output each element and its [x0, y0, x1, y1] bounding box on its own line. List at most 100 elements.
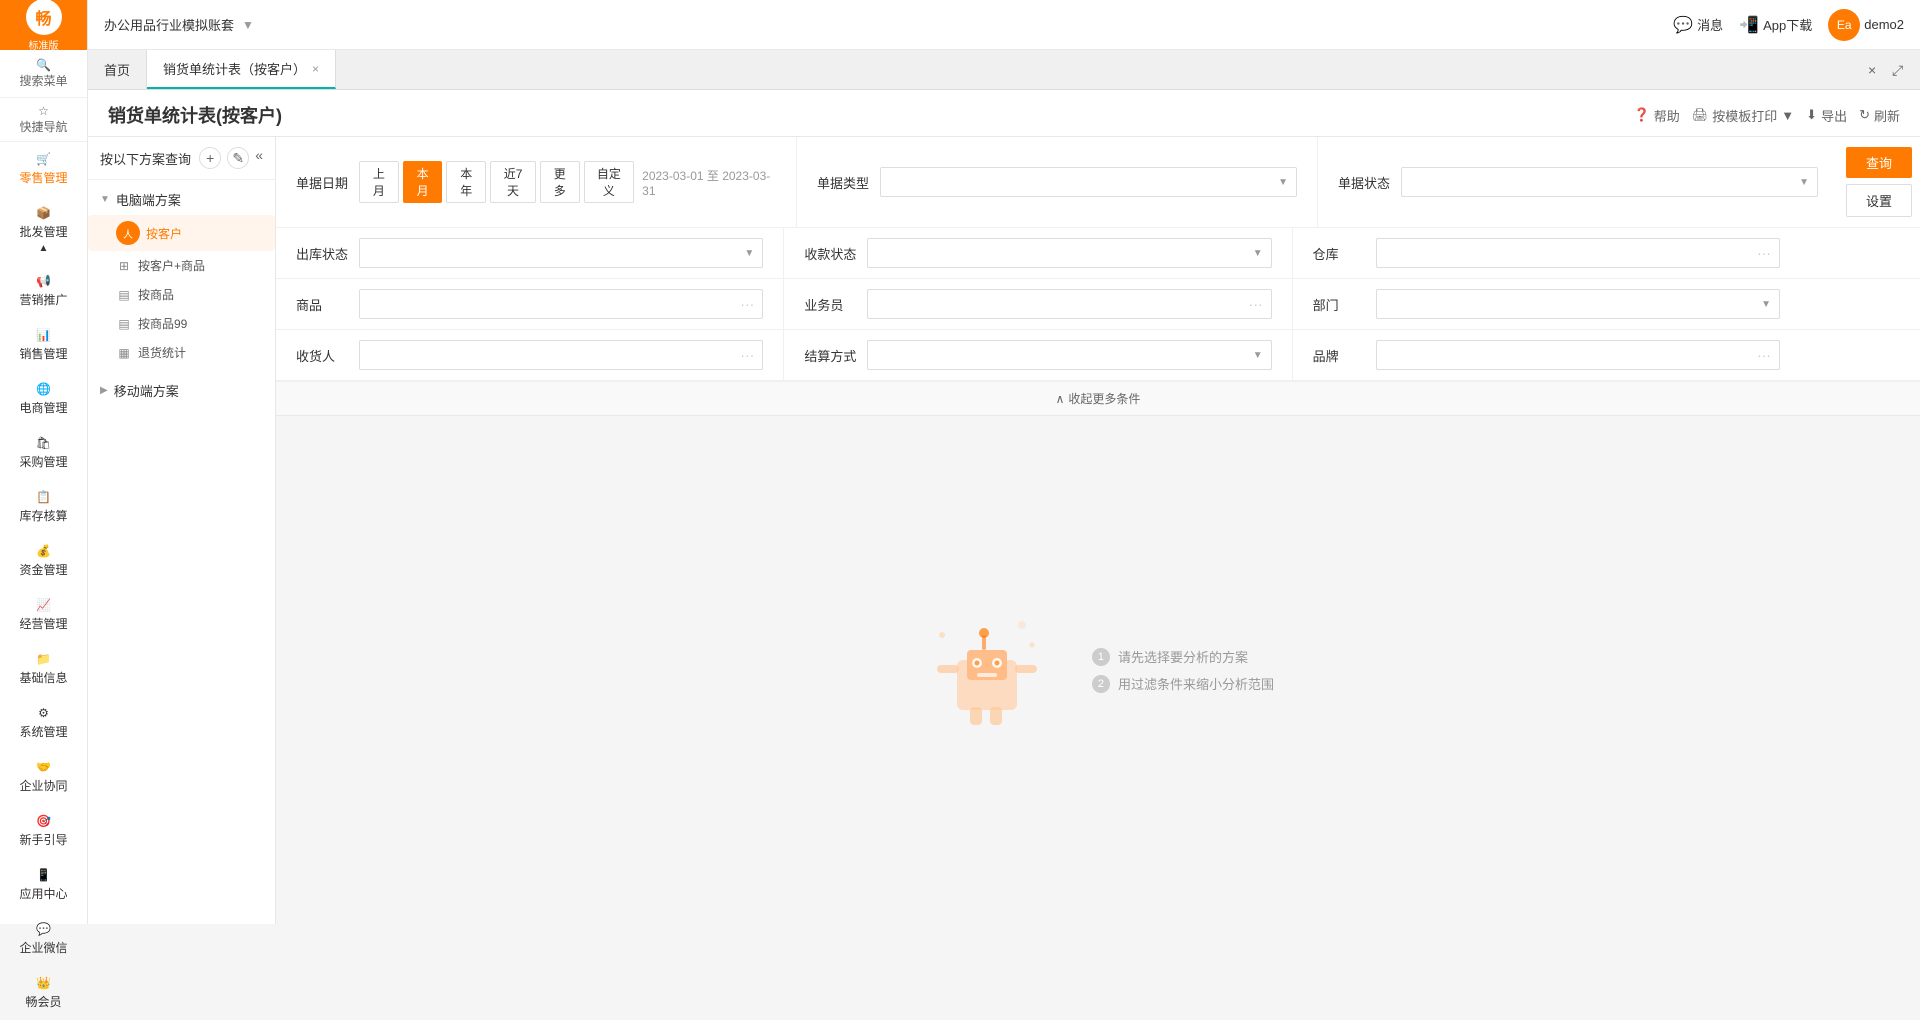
sidebar-item-ecommerce[interactable]: 🌐 电商管理	[0, 372, 87, 426]
sidebar-item-label: 零售管理	[19, 169, 67, 186]
customer-icon: 人	[123, 226, 133, 241]
sidebar-item-finance[interactable]: 💰 资金管理	[0, 534, 87, 588]
order-status-select[interactable]: ▼	[1401, 167, 1818, 197]
print-label: 按模板打印	[1712, 106, 1777, 125]
grid-icon: ⊞	[116, 258, 132, 274]
date-btn-last-month[interactable]: 上月	[359, 161, 399, 203]
order-type-select[interactable]: ▼	[880, 167, 1297, 197]
warehouse-input[interactable]: ···	[1376, 238, 1780, 268]
refresh-label: 刷新	[1874, 106, 1900, 125]
sidebar-item-enterprise[interactable]: 🤝 企业协同	[0, 750, 87, 804]
action-buttons: 查询 设置	[1838, 137, 1920, 227]
page-title: 销货单统计表(按客户)	[108, 102, 282, 128]
receiver-label: 收货人	[296, 346, 351, 365]
sidebar-item-system[interactable]: ⚙ 系统管理	[0, 696, 87, 750]
scheme-item-by-product99[interactable]: ▤ 按商品99	[88, 309, 275, 338]
add-icon: +	[206, 150, 214, 166]
refresh-button[interactable]: ↻ 刷新	[1859, 106, 1900, 125]
tab-home-label: 首页	[104, 60, 130, 79]
sidebar-item-wholesale[interactable]: 📦 批发管理 ▲	[0, 196, 87, 264]
export-button[interactable]: ⬇ 导出	[1806, 106, 1847, 125]
sidebar-item-search-menu[interactable]: 🔍 搜索菜单	[0, 50, 87, 98]
sidebar-item-new-guide[interactable]: 🎯 新手引导	[0, 804, 87, 858]
order-status-arrow-icon: ▼	[1799, 177, 1809, 188]
tab-close-icon[interactable]: ×	[312, 62, 319, 76]
salesperson-label: 业务员	[804, 295, 859, 314]
message-button[interactable]: 💬 消息	[1673, 15, 1723, 35]
settings-button[interactable]: 设置	[1846, 184, 1912, 217]
edit-scheme-button[interactable]: ✎	[227, 147, 249, 169]
scheme-item-by-customer[interactable]: 人 按客户	[88, 215, 275, 251]
new-guide-icon: 🎯	[36, 814, 51, 828]
base-info-icon: 📁	[36, 652, 51, 666]
sidebar-item-vip[interactable]: 👑 畅会员	[0, 966, 87, 1020]
user-profile[interactable]: Ea demo2	[1828, 9, 1904, 41]
export-icon: ⬇	[1806, 107, 1817, 123]
payment-select[interactable]: ▼	[867, 238, 1271, 268]
scheme-item-return-stat[interactable]: ▦ 退货统计	[88, 338, 275, 367]
sales-icon: 📊	[36, 328, 51, 342]
receiver-input[interactable]: ···	[359, 340, 763, 370]
sidebar-item-quick-nav[interactable]: ☆ 快捷导航	[0, 98, 87, 142]
scheme-group-mobile-header[interactable]: ▶ 移动端方案	[88, 375, 275, 406]
sidebar-item-label: 应用中心	[19, 885, 67, 902]
sidebar-item-sales[interactable]: 📊 销售管理	[0, 318, 87, 372]
topbar-title: 办公用品行业模拟账套	[104, 15, 234, 34]
product-input[interactable]: ···	[359, 289, 763, 319]
sidebar-item-inventory[interactable]: 📋 库存核算	[0, 480, 87, 534]
tab-sales-stat[interactable]: 销货单统计表（按客户） ×	[147, 50, 336, 89]
finance-icon: 💰	[36, 544, 51, 558]
brand-dots-icon: ···	[1757, 347, 1771, 363]
scheme-group-desktop-header[interactable]: ▼ 电脑端方案	[88, 184, 275, 215]
sidebar-item-base-info[interactable]: 📁 基础信息	[0, 642, 87, 696]
left-panel-header: 按以下方案查询 + ✎ «	[88, 137, 275, 180]
sidebar-item-purchase[interactable]: 🛍 采购管理	[0, 426, 87, 480]
sidebar-item-label: 新手引导	[19, 831, 67, 848]
add-scheme-button[interactable]: +	[199, 147, 221, 169]
tab-home[interactable]: 首页	[88, 50, 147, 89]
date-range: 2023-03-01 至 2023-03-31	[642, 167, 776, 198]
search-icon: 🔍	[0, 58, 87, 72]
hint-number-1: 1	[1092, 648, 1110, 666]
date-btn-this-year[interactable]: 本年	[446, 161, 486, 203]
date-btn-more[interactable]: 更多	[540, 161, 580, 203]
delivery-select[interactable]: ▼	[359, 238, 763, 268]
scheme-item-by-customer-product[interactable]: ⊞ 按客户+商品	[88, 251, 275, 280]
maximize-button[interactable]: ⤢	[1892, 62, 1908, 78]
enterprise-icon: 🤝	[36, 760, 51, 774]
sidebar-item-marketing[interactable]: 📢 营销推广	[0, 264, 87, 318]
help-button[interactable]: ❓ 帮助	[1634, 106, 1680, 125]
retail-icon: 🛒	[36, 152, 51, 166]
sidebar-item-enterprise-wechat[interactable]: 💬 企业微信	[0, 912, 87, 966]
sidebar-item-app-center[interactable]: 📱 应用中心	[0, 858, 87, 912]
collapse-panel-button[interactable]: «	[255, 147, 263, 169]
avatar-text: Ea	[1837, 18, 1852, 32]
chevron-right-icon: ▶	[100, 385, 108, 396]
inventory-icon: 📋	[36, 490, 51, 504]
salesperson-input[interactable]: ···	[867, 289, 1271, 319]
customer-scheme-avatar: 人	[116, 221, 140, 245]
sidebar-item-operation[interactable]: 📈 经营管理	[0, 588, 87, 642]
app-download-button[interactable]: 📲 App下载	[1739, 15, 1812, 35]
date-btn-last7[interactable]: 近7天	[490, 161, 536, 203]
avatar: Ea	[1828, 9, 1860, 41]
delivery-label: 出库状态	[296, 244, 351, 263]
date-btn-this-month[interactable]: 本月	[403, 161, 443, 203]
salesperson-dots-icon: ···	[1249, 296, 1263, 312]
close-button[interactable]: ×	[1868, 62, 1884, 78]
collapse-more-button[interactable]: ∧ 收起更多条件	[276, 381, 1920, 415]
brand-input[interactable]: ···	[1376, 340, 1780, 370]
sidebar-item-retail[interactable]: 🛒 零售管理	[0, 142, 87, 196]
ecommerce-icon: 🌐	[36, 382, 51, 396]
print-button[interactable]: 🖨 按模板打印 ▼	[1692, 106, 1794, 125]
scheme-group-mobile: ▶ 移动端方案	[88, 371, 275, 410]
settlement-select[interactable]: ▼	[867, 340, 1271, 370]
topbar-dropdown-arrow[interactable]: ▼	[242, 18, 254, 32]
date-btn-custom[interactable]: 自定义	[584, 161, 635, 203]
department-select[interactable]: ▼	[1376, 289, 1780, 319]
sidebar-item-label: 快捷导航	[0, 118, 87, 135]
empty-hints: 1 请先选择要分析的方案 2 用过滤条件来缩小分析范围	[1092, 647, 1274, 693]
query-button[interactable]: 查询	[1846, 147, 1912, 178]
scheme-item-label: 按商品99	[138, 315, 187, 332]
scheme-item-by-product[interactable]: ▤ 按商品	[88, 280, 275, 309]
